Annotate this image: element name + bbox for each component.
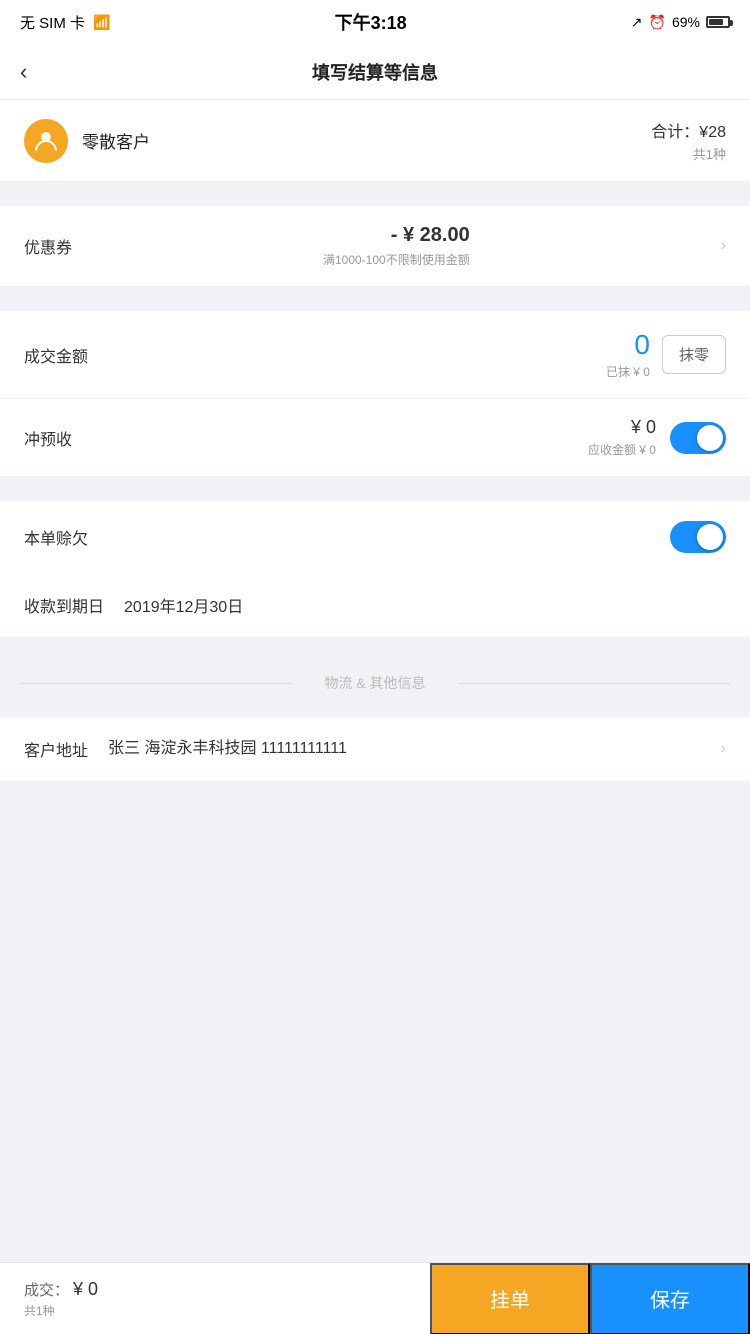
avatar <box>24 119 68 163</box>
address-row[interactable]: 客户地址 张三 海淀永丰科技园 11111111111 › <box>0 717 750 781</box>
transaction-sub: 已抹 ¥ 0 <box>606 363 650 380</box>
coupon-chevron: › <box>721 237 726 255</box>
location-icon: ↗ <box>631 14 643 31</box>
transaction-section: 成交金额 0 已抹 ¥ 0 抹零 冲预收 ¥ 0 应收金额 ¥ 0 <box>0 311 750 477</box>
coupon-row[interactable]: 优惠券 - ¥ 28.00 满1000-100不限制使用金额 › <box>0 206 750 287</box>
debit-label: 本单赊欠 <box>24 525 88 549</box>
address-left: 客户地址 张三 海淀永丰科技园 11111111111 <box>24 737 347 761</box>
deal-count: 共1种 <box>24 1302 406 1319</box>
amount-input-area: 0 已抹 ¥ 0 <box>606 329 650 380</box>
address-label: 客户地址 <box>24 737 88 761</box>
carrier-text: 无 SIM 卡 <box>20 12 85 33</box>
total-amount-text: 合计：¥28 <box>651 118 726 142</box>
logistics-label: 物流 & 其他信息 <box>324 673 425 693</box>
duedate-row: 收款到期日 2019年12月30日 <box>0 573 750 637</box>
hang-button[interactable]: 挂单 <box>430 1263 590 1334</box>
bottom-deal-row: 成交： ¥ 0 <box>24 1279 406 1300</box>
total-count-text: 共1种 <box>651 144 726 163</box>
transaction-label: 成交金额 <box>24 343 88 367</box>
deal-label: 成交： <box>24 1279 69 1300</box>
status-right: ↗ ⏰ 69% <box>631 14 730 31</box>
round-off-button[interactable]: 抹零 <box>662 335 726 374</box>
debit-section: 本单赊欠 收款到期日 2019年12月30日 <box>0 501 750 637</box>
coupon-label: 优惠券 <box>24 234 72 258</box>
prepaid-right: ¥ 0 应收金额 ¥ 0 <box>588 417 726 458</box>
prepaid-sub: 应收金额 ¥ 0 <box>588 441 656 458</box>
save-button[interactable]: 保存 <box>590 1263 750 1334</box>
coupon-amount: - ¥ 28.00 <box>323 224 470 247</box>
debit-toggle[interactable] <box>670 521 726 553</box>
status-bar: 无 SIM 卡 📶 下午3:18 ↗ ⏰ 69% <box>0 0 750 44</box>
customer-row: 零散客户 合计：¥28 共1种 <box>0 100 750 182</box>
transaction-right: 0 已抹 ¥ 0 抹零 <box>606 329 726 380</box>
customer-left: 零散客户 <box>24 119 150 163</box>
status-left: 无 SIM 卡 📶 <box>20 12 110 33</box>
toggle-knob <box>697 425 723 451</box>
address-section: 客户地址 张三 海淀永丰科技园 11111111111 › <box>0 717 750 781</box>
coupon-section[interactable]: 优惠券 - ¥ 28.00 满1000-100不限制使用金额 › <box>0 206 750 287</box>
bottom-bar: 成交： ¥ 0 共1种 挂单 保存 <box>0 1262 750 1334</box>
coupon-desc: 满1000-100不限制使用金额 <box>323 251 470 268</box>
address-value: 张三 海淀永丰科技园 11111111111 <box>108 737 347 761</box>
divider-line-left <box>20 683 292 684</box>
battery-percent: 69% <box>672 14 700 30</box>
transaction-row: 成交金额 0 已抹 ¥ 0 抹零 <box>0 311 750 399</box>
customer-name: 零散客户 <box>82 128 150 153</box>
prepaid-toggle[interactable] <box>670 422 726 454</box>
battery-icon <box>706 16 730 28</box>
address-chevron: › <box>721 740 726 758</box>
debit-row: 本单赊欠 <box>0 501 750 573</box>
debit-toggle-knob <box>697 524 723 550</box>
coupon-right: - ¥ 28.00 满1000-100不限制使用金额 <box>323 224 470 268</box>
deal-amount: ¥ 0 <box>73 1279 98 1300</box>
transaction-value[interactable]: 0 <box>606 329 650 361</box>
back-button[interactable]: ‹ <box>12 51 35 93</box>
prepaid-amount-area: ¥ 0 应收金额 ¥ 0 <box>588 417 656 458</box>
wifi-icon: 📶 <box>93 14 110 31</box>
divider-line-right <box>458 683 730 684</box>
empty-area <box>0 793 750 953</box>
alarm-icon: ⏰ <box>649 14 666 31</box>
bottom-info: 成交： ¥ 0 共1种 <box>0 1279 430 1319</box>
customer-total: 合计：¥28 共1种 <box>651 118 726 163</box>
main-content: 零散客户 合计：¥28 共1种 优惠券 - ¥ 28.00 满1000-100不… <box>0 100 750 953</box>
customer-section: 零散客户 合计：¥28 共1种 <box>0 100 750 182</box>
duedate-label: 收款到期日 <box>24 593 104 617</box>
status-time: 下午3:18 <box>335 9 407 35</box>
logistics-divider: 物流 & 其他信息 <box>0 661 750 705</box>
prepaid-amount: ¥ 0 <box>588 417 656 438</box>
prepaid-row: 冲预收 ¥ 0 应收金额 ¥ 0 <box>0 399 750 477</box>
nav-bar: ‹ 填写结算等信息 <box>0 44 750 100</box>
prepaid-label: 冲预收 <box>24 426 72 450</box>
duedate-value[interactable]: 2019年12月30日 <box>124 593 243 617</box>
page-title: 填写结算等信息 <box>312 59 438 85</box>
